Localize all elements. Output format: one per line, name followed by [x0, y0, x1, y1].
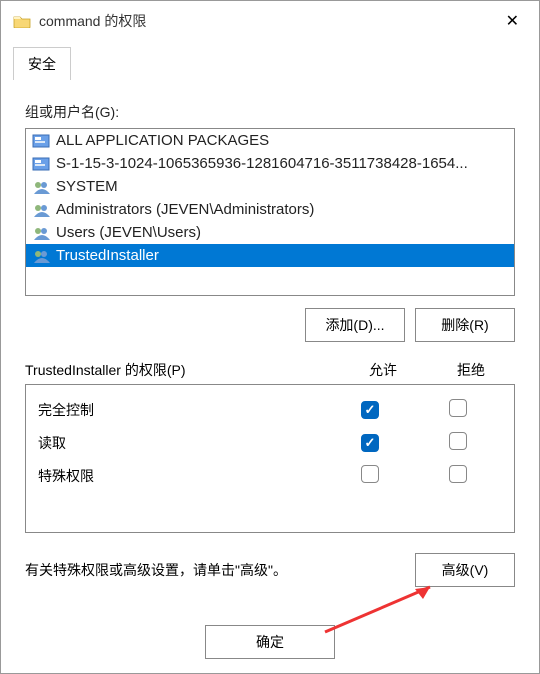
- remove-button[interactable]: 删除(R): [415, 308, 515, 342]
- add-button[interactable]: 添加(D)...: [305, 308, 405, 342]
- group-item-label: TrustedInstaller: [56, 247, 159, 264]
- deny-checkbox[interactable]: [449, 399, 467, 417]
- group-item-label: Administrators (JEVEN\Administrators): [56, 201, 314, 218]
- close-button[interactable]: ✕: [498, 7, 527, 35]
- advanced-hint: 有关特殊权限或高级设置，请单击"高级"。: [25, 560, 395, 580]
- group-list[interactable]: ALL APPLICATION PACKAGES S-1-15-3-1024-1…: [25, 128, 515, 296]
- group-item[interactable]: ALL APPLICATION PACKAGES: [26, 129, 514, 152]
- allow-column-label: 允许: [339, 360, 427, 380]
- permission-name: 完全控制: [38, 400, 326, 420]
- group-item[interactable]: SYSTEM: [26, 175, 514, 198]
- package-icon: [32, 157, 50, 171]
- group-item-label: SYSTEM: [56, 178, 118, 195]
- group-item[interactable]: S-1-15-3-1024-1065365936-1281604716-3511…: [26, 152, 514, 175]
- group-item-label: S-1-15-3-1024-1065365936-1281604716-3511…: [56, 155, 468, 172]
- tab-security[interactable]: 安全: [13, 47, 71, 80]
- users-icon: [32, 180, 50, 194]
- permissions-list: 完全控制 读取 特殊权限: [25, 384, 515, 533]
- deny-checkbox[interactable]: [449, 432, 467, 450]
- permissions-header: TrustedInstaller 的权限(P) 允许 拒绝: [25, 360, 515, 380]
- permissions-for-label: TrustedInstaller 的权限(P): [25, 360, 339, 380]
- permission-name: 特殊权限: [38, 466, 326, 486]
- group-item[interactable]: Users (JEVEN\Users): [26, 221, 514, 244]
- permission-row: 读取: [30, 426, 510, 459]
- permission-row: 完全控制: [30, 393, 510, 426]
- users-icon: [32, 249, 50, 263]
- group-item-selected[interactable]: TrustedInstaller: [26, 244, 514, 267]
- folder-icon: [13, 14, 31, 28]
- group-item[interactable]: Administrators (JEVEN\Administrators): [26, 198, 514, 221]
- tab-row: 安全: [1, 47, 539, 80]
- content: 组或用户名(G): ALL APPLICATION PACKAGES S-1-1…: [1, 80, 539, 587]
- group-buttons-row: 添加(D)... 删除(R): [25, 308, 515, 342]
- titlebar: command 的权限 ✕: [1, 1, 539, 41]
- deny-column-label: 拒绝: [427, 360, 515, 380]
- group-users-label: 组或用户名(G):: [25, 102, 515, 122]
- window-title: command 的权限: [39, 11, 498, 31]
- group-item-label: Users (JEVEN\Users): [56, 224, 201, 241]
- permission-name: 读取: [38, 433, 326, 453]
- deny-checkbox[interactable]: [449, 465, 467, 483]
- footer: 确定: [1, 625, 539, 669]
- allow-checkbox[interactable]: [361, 434, 379, 452]
- users-icon: [32, 203, 50, 217]
- advanced-row: 有关特殊权限或高级设置，请单击"高级"。 高级(V): [25, 553, 515, 587]
- group-item-label: ALL APPLICATION PACKAGES: [56, 132, 269, 149]
- advanced-button[interactable]: 高级(V): [415, 553, 515, 587]
- allow-checkbox[interactable]: [361, 401, 379, 419]
- ok-button[interactable]: 确定: [205, 625, 335, 659]
- allow-checkbox[interactable]: [361, 465, 379, 483]
- users-icon: [32, 226, 50, 240]
- package-icon: [32, 134, 50, 148]
- permission-row: 特殊权限: [30, 459, 510, 492]
